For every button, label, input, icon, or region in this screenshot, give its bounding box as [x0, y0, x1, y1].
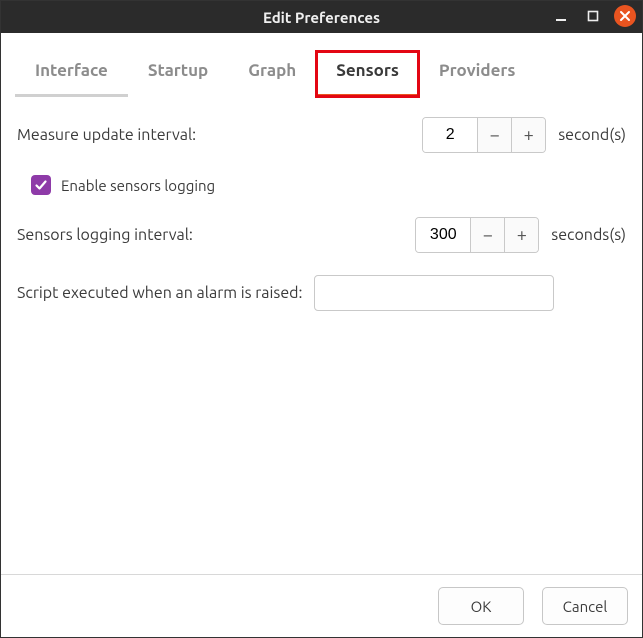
tab-bar: Interface Startup Graph Sensors Provider…	[1, 33, 642, 97]
measure-update-spin: − +	[422, 117, 546, 153]
enable-logging-checkbox[interactable]	[31, 175, 51, 195]
ok-button[interactable]: OK	[438, 587, 524, 625]
cancel-button[interactable]: Cancel	[542, 587, 628, 625]
enable-logging-row: Enable sensors logging	[17, 175, 626, 195]
measure-update-decrement[interactable]: −	[477, 118, 511, 152]
logging-interval-label: Sensors logging interval:	[17, 226, 193, 244]
logging-interval-spin: − +	[415, 217, 539, 253]
measure-update-increment[interactable]: +	[511, 118, 545, 152]
tab-sensors[interactable]: Sensors	[316, 51, 419, 97]
alarm-script-row: Script executed when an alarm is raised:	[17, 275, 626, 311]
logging-interval-row: Sensors logging interval: − + seconds(s)	[17, 217, 626, 253]
minimize-button[interactable]	[550, 5, 572, 27]
measure-update-input[interactable]	[423, 118, 477, 152]
logging-interval-unit: seconds(s)	[551, 226, 626, 244]
window-title: Edit Preferences	[263, 9, 380, 26]
measure-update-label: Measure update interval:	[17, 126, 196, 144]
sensors-panel: Measure update interval: − + second(s) E…	[1, 97, 642, 574]
tab-interface[interactable]: Interface	[15, 51, 128, 97]
tab-startup[interactable]: Startup	[128, 51, 228, 97]
close-button[interactable]	[614, 5, 636, 27]
alarm-script-input[interactable]	[314, 275, 554, 311]
titlebar: Edit Preferences	[1, 1, 642, 33]
measure-update-row: Measure update interval: − + second(s)	[17, 117, 626, 153]
logging-interval-increment[interactable]: +	[504, 218, 538, 252]
maximize-button[interactable]	[582, 5, 604, 27]
measure-update-unit: second(s)	[558, 126, 626, 144]
dialog-footer: OK Cancel	[1, 574, 642, 637]
alarm-script-label: Script executed when an alarm is raised:	[17, 284, 302, 302]
preferences-window: Edit Preferences Interface Startup Graph…	[0, 0, 643, 638]
client-area: Interface Startup Graph Sensors Provider…	[1, 33, 642, 637]
logging-interval-decrement[interactable]: −	[470, 218, 504, 252]
logging-interval-input[interactable]	[416, 218, 470, 252]
window-controls	[550, 5, 636, 27]
tab-graph[interactable]: Graph	[228, 51, 316, 97]
enable-logging-label: Enable sensors logging	[61, 177, 215, 194]
tab-providers[interactable]: Providers	[419, 51, 535, 97]
